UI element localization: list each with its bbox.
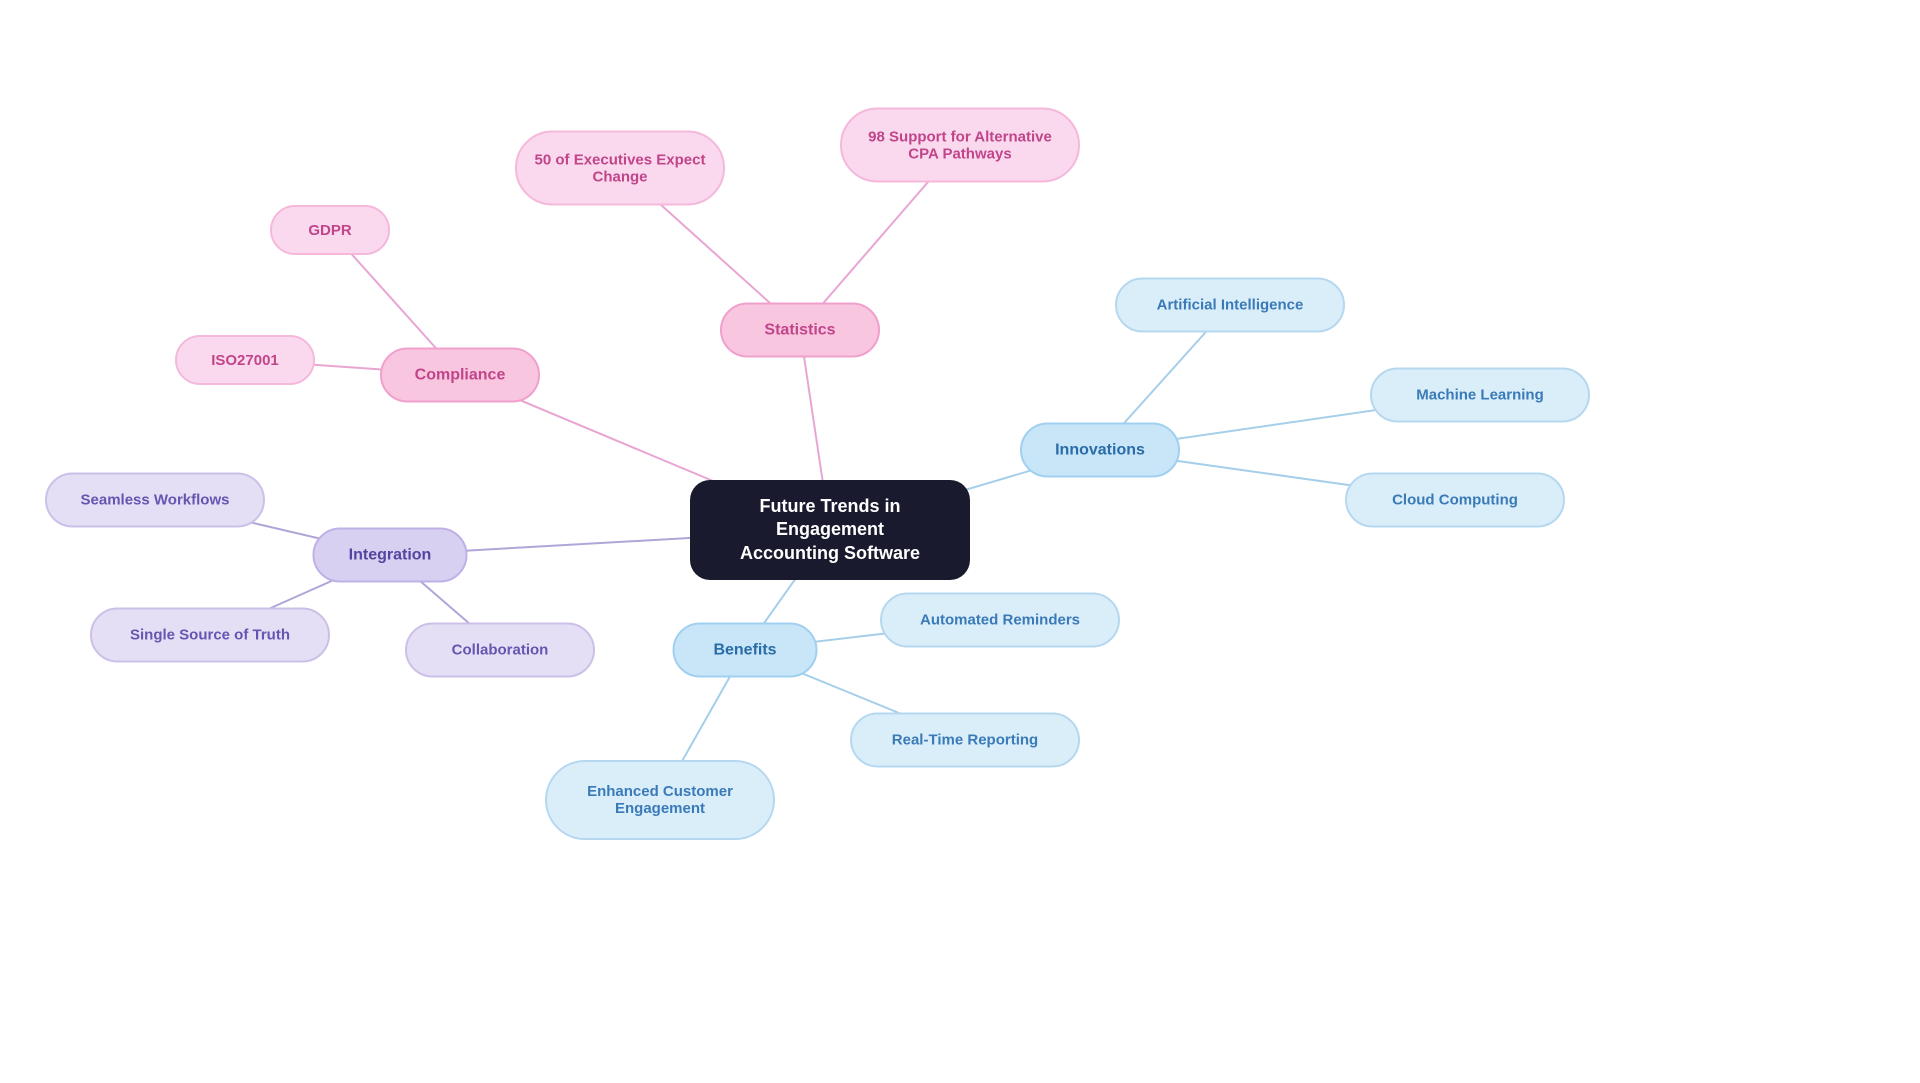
node-label-realtime: Real-Time Reporting bbox=[892, 732, 1038, 749]
node-label-integration: Integration bbox=[349, 546, 432, 564]
node-label-gdpr: GDPR bbox=[308, 222, 351, 239]
node-automated[interactable]: Automated Reminders bbox=[880, 593, 1120, 648]
node-singlesource[interactable]: Single Source of Truth bbox=[90, 608, 330, 663]
node-label-cloud: Cloud Computing bbox=[1392, 492, 1518, 509]
node-integration[interactable]: Integration bbox=[313, 528, 468, 583]
node-center[interactable]: Future Trends in Engagement Accounting S… bbox=[690, 480, 970, 580]
node-compliance[interactable]: Compliance bbox=[380, 348, 540, 403]
node-support[interactable]: 98 Support for Alternative CPA Pathways bbox=[840, 108, 1080, 183]
node-executives[interactable]: 50 of Executives Expect Change bbox=[515, 131, 725, 206]
node-label-seamless: Seamless Workflows bbox=[81, 492, 230, 509]
node-label-statistics: Statistics bbox=[764, 321, 835, 339]
node-label-ai: Artificial Intelligence bbox=[1157, 297, 1304, 314]
node-gdpr[interactable]: GDPR bbox=[270, 205, 390, 255]
node-label-benefits: Benefits bbox=[713, 641, 776, 659]
node-label-iso27001: ISO27001 bbox=[211, 352, 279, 369]
node-label-center: Future Trends in Engagement Accounting S… bbox=[710, 495, 950, 565]
node-label-enhanced: Enhanced Customer Engagement bbox=[587, 783, 733, 817]
node-label-innovations: Innovations bbox=[1055, 441, 1145, 459]
node-ml[interactable]: Machine Learning bbox=[1370, 368, 1590, 423]
node-statistics[interactable]: Statistics bbox=[720, 303, 880, 358]
mindmap-container: Future Trends in Engagement Accounting S… bbox=[0, 0, 1920, 1083]
node-label-ml: Machine Learning bbox=[1416, 387, 1544, 404]
node-ai[interactable]: Artificial Intelligence bbox=[1115, 278, 1345, 333]
node-label-collaboration: Collaboration bbox=[452, 642, 549, 659]
node-label-executives: 50 of Executives Expect Change bbox=[535, 151, 706, 185]
node-enhanced[interactable]: Enhanced Customer Engagement bbox=[545, 760, 775, 840]
node-iso27001[interactable]: ISO27001 bbox=[175, 335, 315, 385]
node-label-automated: Automated Reminders bbox=[920, 612, 1080, 629]
node-benefits[interactable]: Benefits bbox=[673, 623, 818, 678]
node-label-support: 98 Support for Alternative CPA Pathways bbox=[868, 128, 1052, 162]
node-label-compliance: Compliance bbox=[415, 366, 506, 384]
node-cloud[interactable]: Cloud Computing bbox=[1345, 473, 1565, 528]
node-realtime[interactable]: Real-Time Reporting bbox=[850, 713, 1080, 768]
node-collaboration[interactable]: Collaboration bbox=[405, 623, 595, 678]
node-innovations[interactable]: Innovations bbox=[1020, 423, 1180, 478]
node-label-singlesource: Single Source of Truth bbox=[130, 627, 290, 644]
node-seamless[interactable]: Seamless Workflows bbox=[45, 473, 265, 528]
